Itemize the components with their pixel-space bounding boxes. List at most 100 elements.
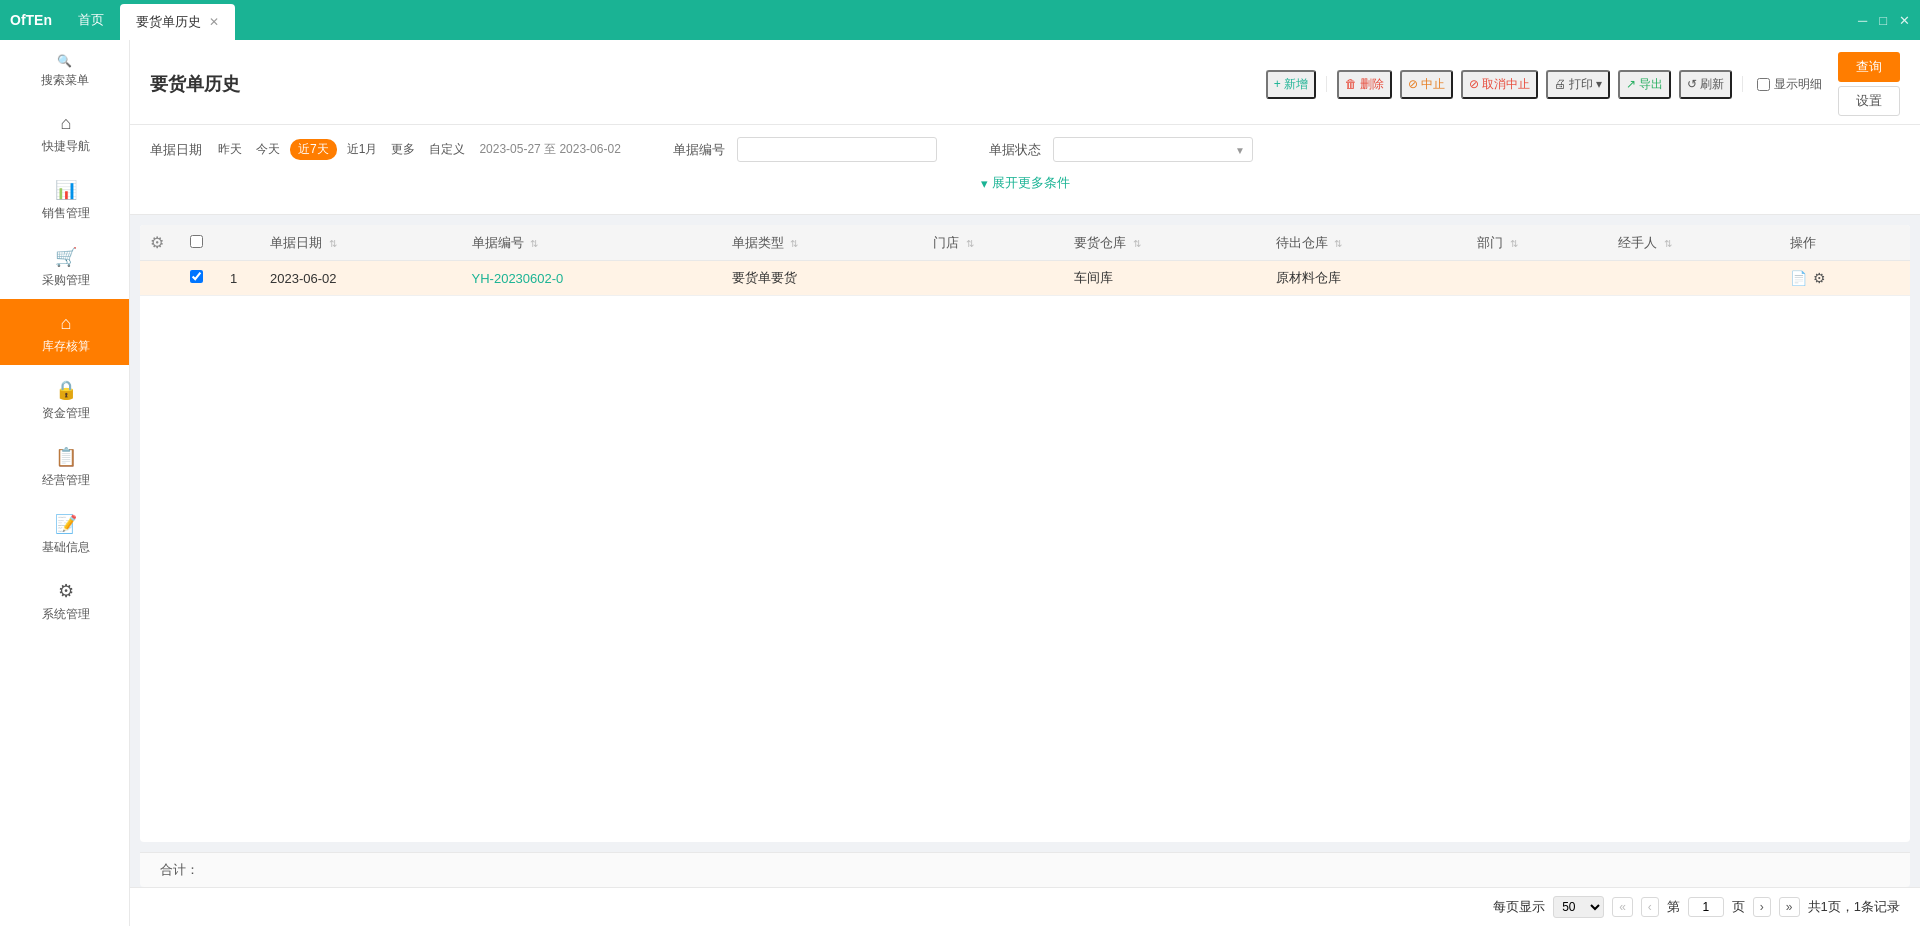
print-button[interactable]: 🖨 打印 ▾ [1546, 70, 1610, 99]
table-settings-icon[interactable]: ⚙ [150, 234, 164, 251]
data-table: ⚙ 单据日期 ⇅ 单据编号 ⇅ [140, 225, 1910, 296]
sidebar-item-label: 系统管理 [42, 606, 90, 623]
sort-icon-date[interactable]: ⇅ [329, 238, 337, 249]
close-btn[interactable]: ✕ [1899, 13, 1910, 28]
date-btn-yesterday[interactable]: 昨天 [214, 139, 246, 160]
show-detail-checkbox[interactable]: 显示明细 [1757, 76, 1822, 93]
delete-button[interactable]: 🗑 删除 [1337, 70, 1392, 99]
toolbar-divider [1326, 76, 1327, 92]
row-handler-cell [1608, 261, 1779, 296]
row-checkbox[interactable] [190, 270, 203, 283]
edit-icon[interactable]: 📄 [1790, 270, 1807, 286]
page-size-select[interactable]: 50 10 20 100 [1553, 896, 1604, 918]
doc-status-select[interactable] [1053, 137, 1253, 162]
row-action-cell: 📄 ⚙ [1780, 261, 1910, 296]
add-button[interactable]: + 新增 [1266, 70, 1316, 99]
inventory-icon: ⌂ [61, 313, 72, 334]
show-detail-input[interactable] [1757, 78, 1770, 91]
chart-icon: 📊 [55, 179, 77, 201]
sidebar-item-purchase-mgmt[interactable]: 🛒 采购管理 [0, 232, 129, 299]
sidebar-item-sales-mgmt[interactable]: 📊 销售管理 [0, 165, 129, 232]
expand-filter-button[interactable]: ▾ 展开更多条件 [981, 170, 1070, 196]
sort-icon-dept[interactable]: ⇅ [1510, 238, 1518, 249]
tab-requisition-history[interactable]: 要货单历史 ✕ [120, 4, 235, 40]
sort-icon-store[interactable]: ⇅ [966, 238, 974, 249]
row-settings-cell [140, 261, 180, 296]
cancel-stop-button[interactable]: ⊘ 取消中止 [1461, 70, 1538, 99]
doc-status-label: 单据状态 [989, 141, 1041, 159]
sort-icon-req-wh[interactable]: ⇅ [1133, 238, 1141, 249]
row-checkbox-cell [180, 261, 220, 296]
table-header-row: ⚙ 单据日期 ⇅ 单据编号 ⇅ [140, 225, 1910, 261]
date-range-display: 2023-05-27 至 2023-06-02 [479, 141, 620, 158]
table-area: ⚙ 单据日期 ⇅ 单据编号 ⇅ [140, 225, 1910, 842]
row-seq-cell: 1 [220, 261, 260, 296]
search-icon: 🔍 [57, 54, 72, 68]
refresh-button[interactable]: ↺ 刷新 [1679, 70, 1732, 99]
row-store-cell [923, 261, 1064, 296]
doc-number-label: 单据编号 [673, 141, 725, 159]
cart-icon: 🛒 [55, 246, 77, 268]
sidebar-item-inventory-calc[interactable]: ⌂ 库存核算 [0, 299, 129, 365]
doc-no-link[interactable]: YH-20230602-0 [472, 271, 564, 286]
maximize-btn[interactable]: □ [1879, 13, 1887, 28]
tab-close-icon[interactable]: ✕ [209, 15, 219, 29]
sort-icon-handler[interactable]: ⇅ [1664, 238, 1672, 249]
table-footer: 合计： [140, 852, 1910, 887]
document-icon: 📝 [55, 513, 77, 535]
first-page-btn[interactable]: « [1612, 897, 1633, 917]
select-all-checkbox[interactable] [190, 235, 203, 248]
th-handler: 经手人 ⇅ [1608, 225, 1779, 261]
row-doc-type-cell: 要货单要货 [722, 261, 924, 296]
filter-row-1: 单据日期 昨天 今天 近7天 近1月 更多 自定义 2023-05-27 至 2… [150, 137, 1900, 162]
date-btn-today[interactable]: 今天 [252, 139, 284, 160]
brand-logo: OfTEn [10, 12, 52, 28]
page-input[interactable] [1688, 897, 1724, 917]
row-req-warehouse-cell: 车间库 [1064, 261, 1266, 296]
summary-label: 合计： [160, 862, 199, 877]
cancel-icon: ⊘ [1469, 77, 1479, 91]
date-btn-7days[interactable]: 近7天 [290, 139, 337, 160]
sidebar-item-quick-nav[interactable]: ⌂ 快捷导航 [0, 99, 129, 165]
row-doc-no-cell: YH-20230602-0 [462, 261, 722, 296]
sort-icon-type[interactable]: ⇅ [790, 238, 798, 249]
filter-area: 单据日期 昨天 今天 近7天 近1月 更多 自定义 2023-05-27 至 2… [130, 125, 1920, 215]
page-header: 要货单历史 + 新增 🗑 删除 ⊘ 中止 ⊘ 取消中止 🖨 打 [130, 40, 1920, 125]
prev-page-btn[interactable]: ‹ [1641, 897, 1659, 917]
export-icon: ↗ [1626, 77, 1636, 91]
doc-number-input[interactable] [737, 137, 937, 162]
stop-icon: ⊘ [1408, 77, 1418, 91]
sidebar-item-label: 销售管理 [42, 205, 90, 222]
sidebar-item-label: 资金管理 [42, 405, 90, 422]
lock-icon: 🔒 [55, 379, 77, 401]
query-button[interactable]: 查询 [1838, 52, 1900, 82]
sort-icon-pending-wh[interactable]: ⇅ [1334, 238, 1342, 249]
sidebar-item-system-mgmt[interactable]: ⚙ 系统管理 [0, 566, 129, 633]
delete-row-icon[interactable]: ⚙ [1813, 270, 1826, 286]
date-btn-more[interactable]: 更多 [387, 139, 419, 160]
th-doc-no: 单据编号 ⇅ [462, 225, 722, 261]
home-icon: ⌂ [61, 113, 72, 134]
export-button[interactable]: ↗ 导出 [1618, 70, 1671, 99]
sidebar-item-label: 采购管理 [42, 272, 90, 289]
sort-icon-docno[interactable]: ⇅ [530, 238, 538, 249]
stop-button[interactable]: ⊘ 中止 [1400, 70, 1453, 99]
sidebar-search[interactable]: 🔍 搜索菜单 [0, 40, 129, 99]
page-title: 要货单历史 [150, 72, 240, 96]
date-btn-custom[interactable]: 自定义 [425, 139, 469, 160]
print-icon: 🖨 [1554, 77, 1566, 91]
tab-home[interactable]: 首页 [62, 0, 120, 40]
sidebar-item-basic-info[interactable]: 📝 基础信息 [0, 499, 129, 566]
date-btn-1month[interactable]: 近1月 [343, 139, 382, 160]
page-size-label: 每页显示 [1493, 898, 1545, 916]
row-pending-warehouse-cell: 原材料仓库 [1266, 261, 1468, 296]
th-store: 门店 ⇅ [923, 225, 1064, 261]
sidebar-item-operation-mgmt[interactable]: 📋 经营管理 [0, 432, 129, 499]
sidebar-item-finance-mgmt[interactable]: 🔒 资金管理 [0, 365, 129, 432]
th-pending-warehouse: 待出仓库 ⇅ [1266, 225, 1468, 261]
th-req-warehouse: 要货仓库 ⇅ [1064, 225, 1266, 261]
settings-button[interactable]: 设置 [1838, 86, 1900, 116]
next-page-btn[interactable]: › [1753, 897, 1771, 917]
last-page-btn[interactable]: » [1779, 897, 1800, 917]
minimize-btn[interactable]: ─ [1858, 13, 1867, 28]
